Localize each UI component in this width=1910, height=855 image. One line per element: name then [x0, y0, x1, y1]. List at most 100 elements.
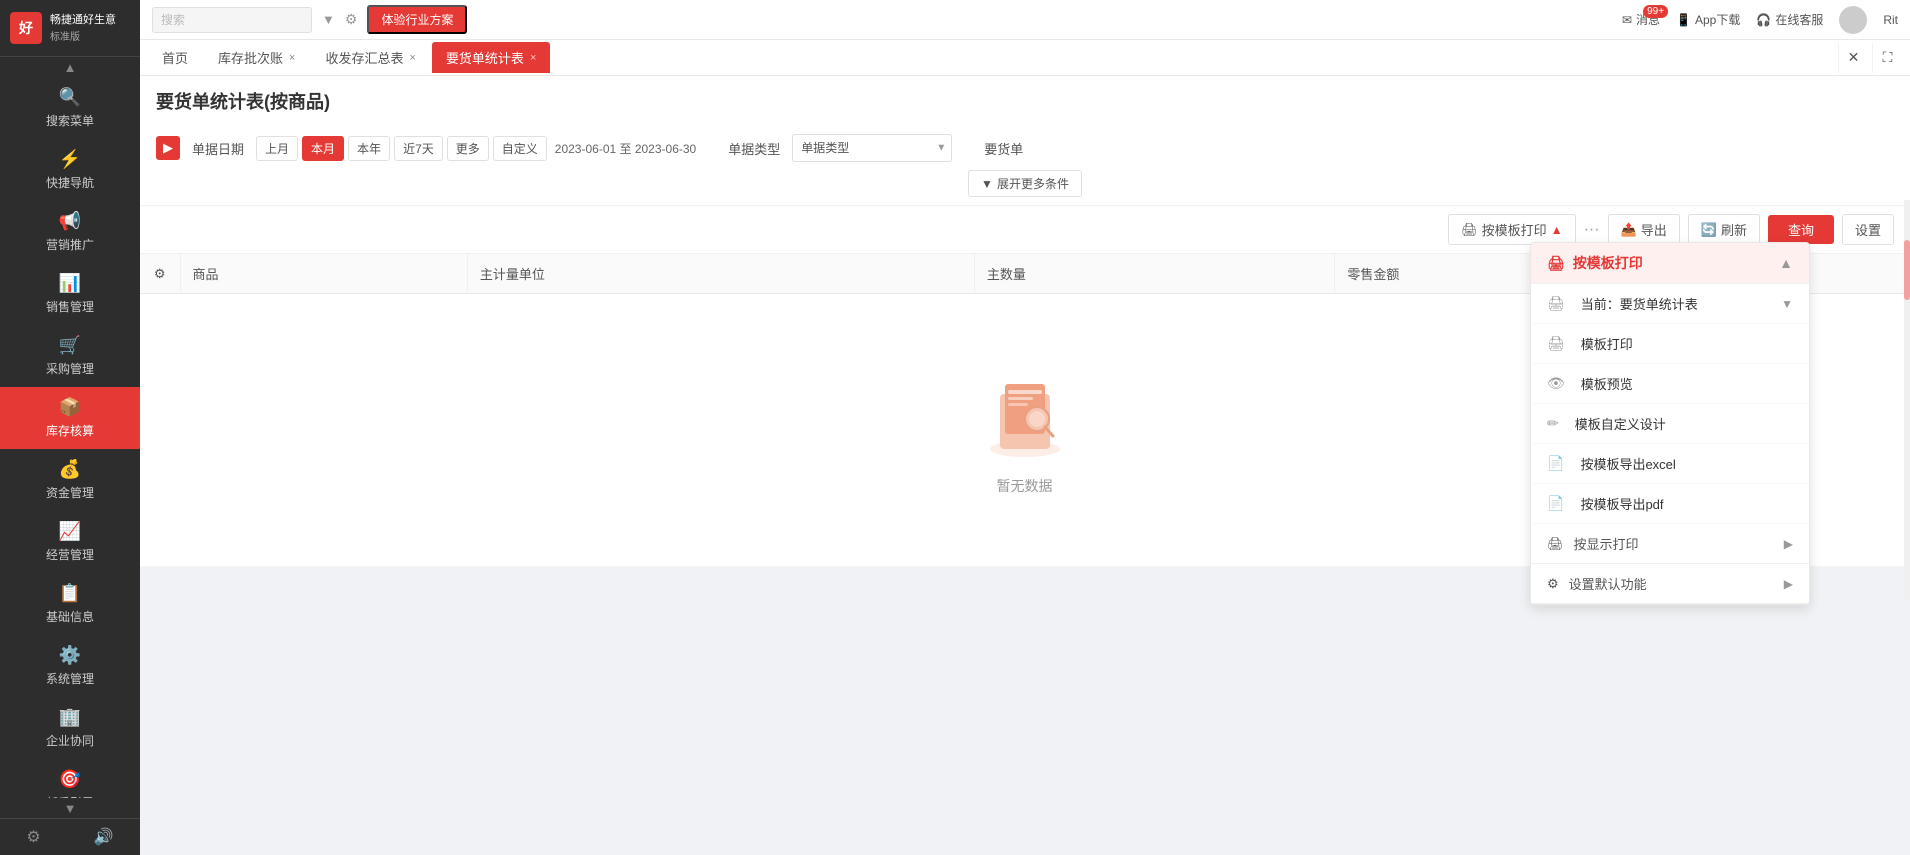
expand-more-btn[interactable]: ▼ 展开更多条件	[968, 170, 1082, 197]
query-btn[interactable]: 查询	[1768, 215, 1834, 244]
sidebar-item-purchase[interactable]: 🛒 采购管理	[0, 325, 140, 387]
date-btn-current-month[interactable]: 本月	[302, 136, 344, 161]
app-download-icon: 📱	[1676, 13, 1691, 27]
type-select[interactable]: 单据类型	[792, 134, 952, 162]
page-header: 要货单统计表(按商品)	[140, 76, 1910, 114]
logo-title: 畅捷通好生意	[50, 13, 116, 28]
dropdown-export-excel[interactable]: 📄 按模板导出excel	[1531, 444, 1809, 484]
topbar-search[interactable]: 搜索	[152, 7, 312, 33]
topbar-dropdown-arrow[interactable]: ▼	[322, 12, 335, 27]
date-btn-more[interactable]: 更多	[447, 136, 489, 161]
dropdown-current-label: 当前：要货单统计表	[1581, 294, 1698, 313]
print-arrow-icon: ▲	[1551, 223, 1563, 237]
dropdown-menu: 🖨 按模板打印 ▲ 🖨 当前：要货单统计表 ▼ 🖨 模板打印	[1530, 242, 1810, 605]
sidebar-label-search: 搜索菜单	[46, 112, 94, 129]
window-close-btn[interactable]: ✕	[1838, 43, 1868, 73]
date-buttons: 上月 本月 本年 近7天 更多 自定义 2023-06-01 至 2023-06…	[256, 136, 696, 161]
col-unit: 主计量单位	[467, 254, 974, 294]
topbar-right: ✉ 消息 99+ 📱 App下载 🎧 在线客服 Rit	[1622, 6, 1898, 34]
dropdown-default-settings[interactable]: ⚙ 设置默认功能 ▶	[1531, 564, 1809, 604]
sidebar-item-guide[interactable]: 🎯 新手引导	[0, 759, 140, 798]
dropdown-close-btn[interactable]: ▲	[1779, 255, 1793, 271]
tab-order-stats-label: 要货单统计表	[446, 48, 524, 67]
logo-icon: 好	[10, 12, 42, 44]
empty-illustration	[975, 364, 1075, 464]
dropdown-export-pdf[interactable]: 📄 按模板导出pdf	[1531, 484, 1809, 524]
sidebar-bottom: ⚙ 🔊	[0, 818, 140, 855]
date-btn-current-year[interactable]: 本年	[348, 136, 390, 161]
col-goods: 商品	[180, 254, 467, 294]
sidebar-item-system[interactable]: ⚙️ 系统管理	[0, 635, 140, 697]
tab-batch-account[interactable]: 库存批次账 ×	[204, 42, 309, 73]
col-settings[interactable]: ⚙	[140, 254, 180, 294]
app-download-btn[interactable]: 📱 App下载	[1676, 11, 1740, 28]
refresh-icon: 🔄	[1701, 222, 1717, 238]
tab-home-label: 首页	[162, 48, 188, 67]
dropdown-template-preview[interactable]: 👁 模板预览	[1531, 364, 1809, 404]
message-btn[interactable]: ✉ 消息 99+	[1622, 11, 1660, 28]
tab-order-stats-close[interactable]: ×	[530, 52, 536, 64]
filter-row-1: ▶ 单据日期 上月 本月 本年 近7天 更多 自定义 2023-06-01 至 …	[156, 134, 1894, 162]
date-btn-last-7[interactable]: 近7天	[394, 136, 443, 161]
enterprise-icon: 🏢	[59, 707, 81, 728]
tab-receipt-summary-label: 收发存汇总表	[325, 48, 403, 67]
page-content-area: 要货单统计表(按商品) ▶ 单据日期 上月 本月 本年 近7天 更多 自定义 2…	[140, 76, 1910, 567]
tab-order-stats[interactable]: 要货单统计表 ×	[432, 42, 550, 73]
dropdown-current-icon: 🖨	[1547, 295, 1565, 312]
topbar: 搜索 ▼ ⚙ 体验行业方案 ✉ 消息 99+ 📱 App下载 🎧 在线客服 Ri…	[140, 0, 1910, 40]
operation-icon: 📈	[59, 521, 81, 542]
sidebar-label-basic: 基础信息	[46, 608, 94, 625]
tab-home[interactable]: 首页	[148, 42, 202, 73]
topbar-search-placeholder: 搜索	[161, 11, 185, 28]
sidebar-item-enterprise[interactable]: 🏢 企业协同	[0, 697, 140, 759]
sidebar-item-sales[interactable]: 📊 销售管理	[0, 263, 140, 325]
date-btn-custom[interactable]: 自定义	[493, 136, 547, 161]
dropdown-template-print[interactable]: 🖨 模板打印	[1531, 324, 1809, 364]
right-scrollbar[interactable]	[1904, 200, 1910, 600]
purchase-icon: 🛒	[59, 335, 81, 356]
topbar-gear-icon[interactable]: ⚙	[345, 11, 358, 28]
sidebar-scroll-down[interactable]: ▼	[0, 798, 140, 818]
dropdown-header: 🖨 按模板打印 ▲	[1531, 243, 1809, 284]
dropdown-display-print[interactable]: 🖨 按显示打印 ▶	[1531, 524, 1809, 564]
dropdown-template-design-label: 模板自定义设计	[1575, 414, 1666, 433]
sidebar-audio-icon[interactable]: 🔊	[94, 827, 114, 847]
dropdown-export-excel-label: 按模板导出excel	[1580, 454, 1675, 473]
sidebar-item-basic[interactable]: 📋 基础信息	[0, 573, 140, 635]
refresh-btn[interactable]: 🔄 刷新	[1688, 214, 1760, 245]
sidebar-item-finance[interactable]: 💰 资金管理	[0, 449, 140, 511]
toolbar: 🖨 按模板打印 ▲ ··· 📤 导出 🔄 刷新 查询 设置	[140, 206, 1910, 254]
dropdown-default-settings-arrow: ▶	[1784, 577, 1793, 591]
date-btn-prev-month[interactable]: 上月	[256, 136, 298, 161]
settings-btn[interactable]: 设置	[1842, 214, 1894, 245]
sidebar-scroll-up[interactable]: ▲	[0, 57, 140, 77]
inventory-icon: 📦	[59, 397, 81, 418]
tab-batch-account-close[interactable]: ×	[289, 52, 295, 64]
sidebar-item-quick-nav[interactable]: ⚡ 快捷导航	[0, 139, 140, 201]
user-name: Rit	[1883, 13, 1898, 27]
sidebar-item-operation[interactable]: 📈 经营管理	[0, 511, 140, 573]
dropdown-current-item[interactable]: 🖨 当前：要货单统计表 ▼	[1531, 284, 1809, 324]
sidebar-item-inventory[interactable]: 📦 库存核算	[0, 387, 140, 449]
logo-subtitle: 标准版	[50, 28, 116, 43]
export-label: 导出	[1641, 220, 1667, 239]
tab-receipt-summary[interactable]: 收发存汇总表 ×	[311, 42, 429, 73]
finance-icon: 💰	[59, 459, 81, 480]
user-avatar[interactable]	[1839, 6, 1867, 34]
sidebar-settings-icon[interactable]: ⚙	[26, 827, 40, 847]
window-expand-btn[interactable]: ⛶	[1872, 43, 1902, 73]
filter-expand-arrow[interactable]: ▶	[156, 136, 180, 160]
print-btn[interactable]: 🖨 按模板打印 ▲	[1448, 214, 1575, 245]
export-btn[interactable]: 📤 导出	[1608, 214, 1680, 245]
sidebar-item-marketing[interactable]: 📢 营销推广	[0, 201, 140, 263]
tab-receipt-summary-close[interactable]: ×	[409, 52, 415, 64]
dropdown-template-design[interactable]: ✏ 模板自定义设计	[1531, 404, 1809, 444]
sidebar-item-search[interactable]: 🔍 搜索菜单	[0, 77, 140, 139]
online-service-btn[interactable]: 🎧 在线客服	[1756, 11, 1823, 28]
sidebar-label-inventory: 库存核算	[46, 422, 94, 439]
type-label: 单据类型	[728, 139, 780, 158]
settings-label: 设置	[1855, 220, 1881, 239]
dropdown-display-print-arrow: ▶	[1784, 537, 1793, 551]
toolbar-dots[interactable]: ···	[1584, 221, 1600, 239]
trial-btn[interactable]: 体验行业方案	[367, 5, 467, 34]
